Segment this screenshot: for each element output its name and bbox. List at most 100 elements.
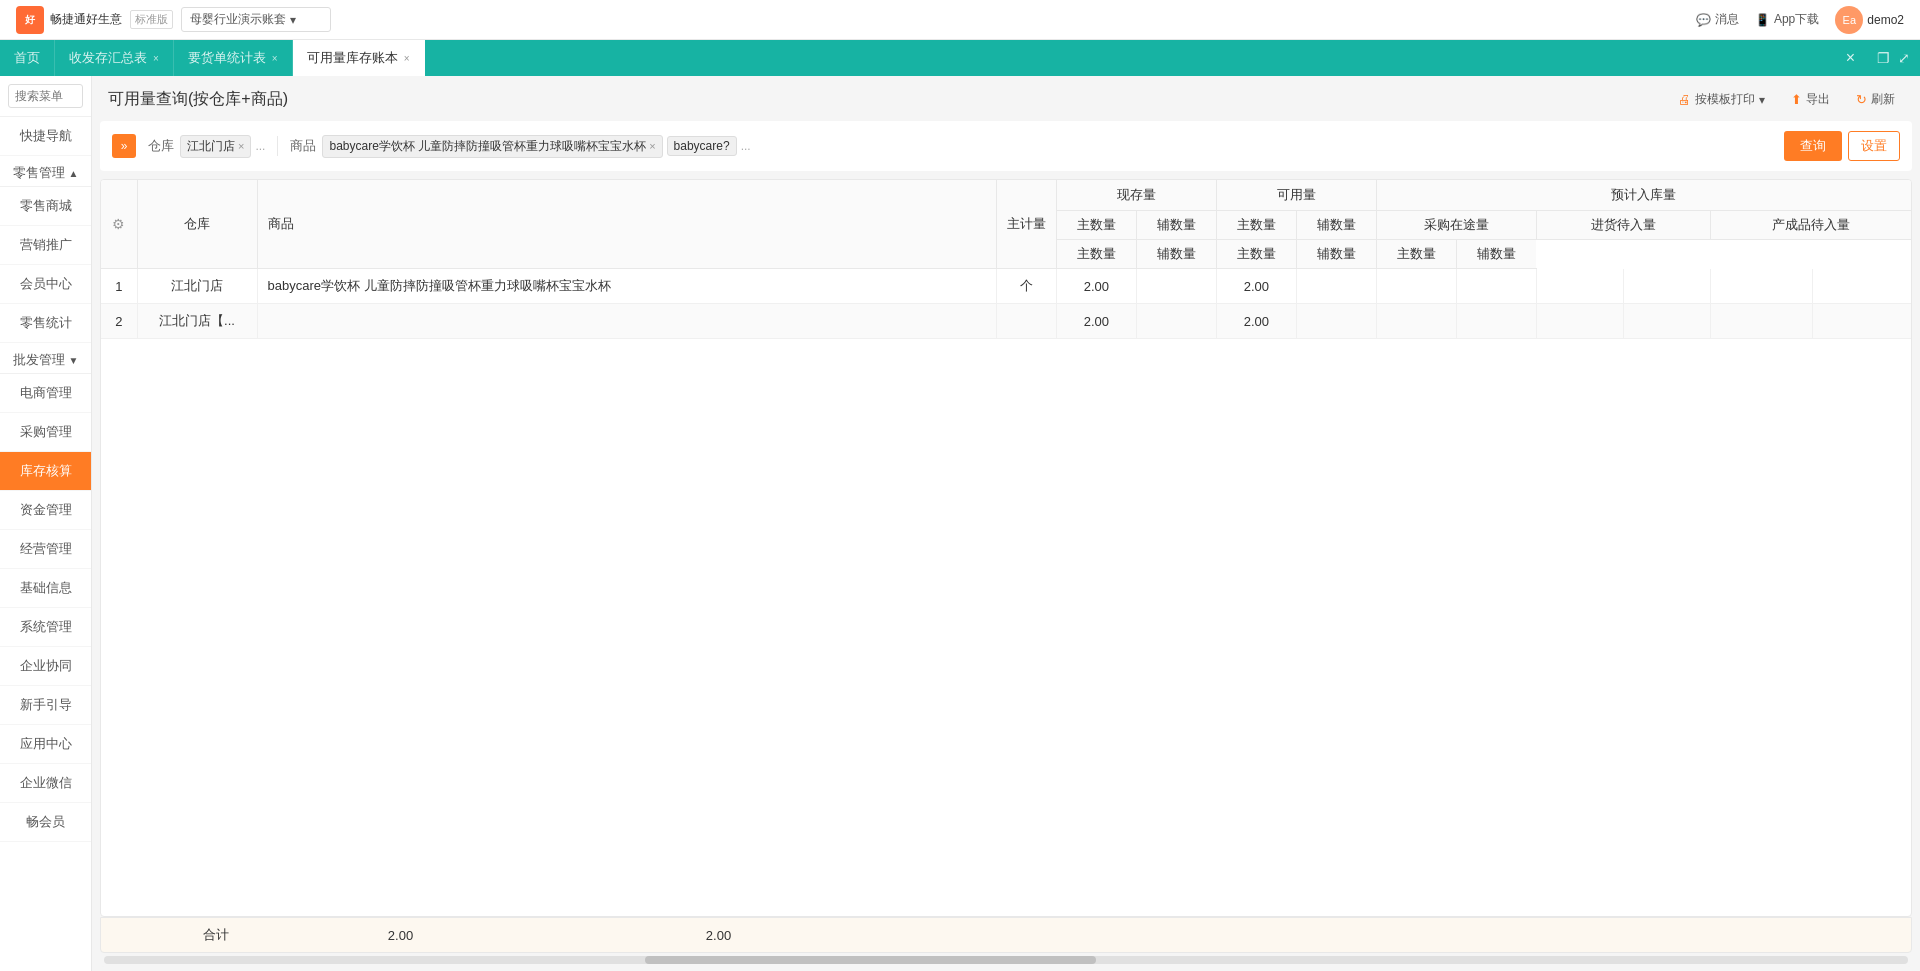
user-profile[interactable]: Ea demo2: [1835, 6, 1904, 34]
cell-purchase-main-1: [1376, 269, 1456, 304]
sidebar-item-member[interactable]: 会员中心: [0, 265, 91, 304]
settings-button[interactable]: 设置: [1848, 131, 1900, 161]
table-row: 1 江北门店 babycare学饮杯 儿童防摔防撞吸管杯重力球吸嘴杯宝宝水杯 个…: [101, 269, 1911, 304]
sidebar-nav: 零售管理 ▲ 零售商城 营销推广 会员中心 零售统计 批发管理 ▼ 电商管理: [0, 156, 91, 842]
tab-order[interactable]: 要货单统计表 ×: [174, 40, 293, 76]
restore-icon[interactable]: ❐: [1875, 48, 1892, 68]
maximize-icon[interactable]: ⤢: [1896, 48, 1912, 68]
th-product: 商品: [257, 180, 996, 269]
search-input[interactable]: [8, 84, 83, 108]
tab-receipt-close[interactable]: ×: [153, 53, 159, 64]
scrollbar-thumb[interactable]: [645, 956, 1096, 964]
sidebar-item-finance[interactable]: 资金管理: [0, 491, 91, 530]
footer-incoming-aux: [1434, 928, 1593, 943]
message-button[interactable]: 💬 消息: [1696, 11, 1739, 28]
message-label: 消息: [1715, 11, 1739, 28]
page-actions: 🖨 按模板打印 ▾ ⬆ 导出 ↻ 刷新: [1669, 86, 1904, 113]
th-incoming-aux: 辅数量: [1296, 240, 1376, 269]
th-production-main: 主数量: [1376, 240, 1456, 269]
th-stock-main: 主数量: [1056, 211, 1136, 240]
close-all-tabs[interactable]: ×: [1834, 40, 1867, 76]
sidebar-retail-mgmt-label: 零售管理: [13, 164, 65, 182]
cell-production-main-1: [1711, 269, 1812, 304]
account-selector-value: 母婴行业演示账套: [190, 11, 286, 28]
expand-filter-button[interactable]: »: [112, 134, 136, 158]
sidebar-item-retail-mgmt[interactable]: 零售管理 ▲: [0, 156, 91, 187]
warehouse-filter: 仓库 江北门店 × ...: [148, 135, 265, 158]
cell-product-2: [257, 304, 996, 339]
table-row: 2 江北门店【... 2.00 2.00: [101, 304, 1911, 339]
footer-label: 合计: [101, 926, 321, 944]
warehouse-tag-1[interactable]: 江北门店 ×: [180, 135, 251, 158]
sidebar: 快捷导航 零售管理 ▲ 零售商城 营销推广 会员中心 零售统计 批发管理 ▼: [0, 76, 92, 971]
cell-available-aux-2: [1296, 304, 1376, 339]
sidebar-item-inventory-check[interactable]: 库存核算: [0, 452, 91, 491]
warehouse-tags: 江北门店 × ...: [180, 135, 265, 158]
sidebar-item-vip[interactable]: 畅会员: [0, 803, 91, 842]
sidebar-item-basic-info[interactable]: 基础信息: [0, 569, 91, 608]
page-title: 可用量查询(按仓库+商品): [108, 89, 288, 110]
filter-divider: [277, 136, 278, 156]
gear-icon[interactable]: ⚙: [112, 216, 125, 232]
account-selector[interactable]: 母婴行业演示账套 ▾: [181, 7, 331, 32]
cell-purchase-aux-1: [1456, 269, 1536, 304]
sidebar-item-app-center[interactable]: 应用中心: [0, 725, 91, 764]
tab-home[interactable]: 首页: [0, 40, 55, 76]
sidebar-item-wholesale-mgmt[interactable]: 批发管理 ▼: [0, 343, 91, 374]
sidebar-item-newbie[interactable]: 新手引导: [0, 686, 91, 725]
tab-order-close[interactable]: ×: [272, 53, 278, 64]
th-purchase-group: 采购在途量: [1376, 211, 1536, 240]
product-tag-close-1[interactable]: ×: [649, 140, 655, 152]
cell-available-aux-1: [1296, 269, 1376, 304]
product-tag-2[interactable]: babycare?: [667, 136, 737, 156]
sidebar-item-purchase[interactable]: 采购管理: [0, 413, 91, 452]
logo-text: 畅捷通好生意: [50, 11, 122, 28]
sidebar-item-retail-shop[interactable]: 零售商城: [0, 187, 91, 226]
warehouse-more[interactable]: ...: [255, 139, 265, 153]
tab-inventory-close[interactable]: ×: [404, 53, 410, 64]
scrollbar-track: [104, 956, 1908, 964]
app-download-button[interactable]: 📱 App下载: [1755, 11, 1819, 28]
print-button[interactable]: 🖨 按模板打印 ▾: [1669, 86, 1774, 113]
cell-stock-aux-1: [1136, 269, 1216, 304]
cell-production-aux-1: [1812, 269, 1911, 304]
footer-stock-main: 2.00: [321, 928, 480, 943]
table-footer: 合计 2.00 2.00: [100, 917, 1912, 953]
warehouse-tag-close[interactable]: ×: [238, 140, 244, 152]
sidebar-item-quick-nav[interactable]: 快捷导航: [0, 117, 91, 156]
cell-warehouse-2: 江北门店【...: [137, 304, 257, 339]
warehouse-label: 仓库: [148, 137, 174, 155]
top-bar-left: 好 畅捷通好生意 标准版 母婴行业演示账套 ▾: [16, 6, 331, 34]
product-tag-1[interactable]: babycare学饮杯 儿童防摔防撞吸管杯重力球吸嘴杯宝宝水杯 ×: [322, 135, 662, 158]
footer-stock-aux: [480, 928, 639, 943]
horizontal-scrollbar[interactable]: [100, 953, 1912, 967]
product-tag-text-1: babycare学饮杯 儿童防摔防撞吸管杯重力球吸嘴杯宝宝水杯: [329, 138, 646, 155]
footer-available-aux: [798, 928, 957, 943]
cell-no-2: 2: [101, 304, 137, 339]
th-incoming-main: 主数量: [1216, 240, 1296, 269]
th-warehouse: 仓库: [137, 180, 257, 269]
th-unit: 主计量: [996, 180, 1056, 269]
avatar: Ea: [1835, 6, 1863, 34]
sidebar-item-retail-stats[interactable]: 零售统计: [0, 304, 91, 343]
th-settings[interactable]: ⚙: [101, 180, 137, 269]
filter-bar: » 仓库 江北门店 × ... 商品 babycare学饮杯 儿童防摔防撞吸管杯…: [100, 121, 1912, 171]
th-purchase-main: 主数量: [1056, 240, 1136, 269]
query-button[interactable]: 查询: [1784, 131, 1842, 161]
footer-purchase-aux: [1116, 928, 1275, 943]
nav-tabs: 首页 收发存汇总表 × 要货单统计表 × 可用量库存账本 × × ❐ ⤢: [0, 40, 1920, 76]
refresh-button[interactable]: ↻ 刷新: [1847, 86, 1904, 113]
th-production-aux: 辅数量: [1456, 240, 1536, 269]
sidebar-item-marketing[interactable]: 营销推广: [0, 226, 91, 265]
sidebar-item-operations[interactable]: 经营管理: [0, 530, 91, 569]
cell-available-main-1: 2.00: [1216, 269, 1296, 304]
export-button[interactable]: ⬆ 导出: [1782, 86, 1839, 113]
sidebar-item-enterprise-wechat[interactable]: 企业微信: [0, 764, 91, 803]
sidebar-item-system[interactable]: 系统管理: [0, 608, 91, 647]
tab-inventory[interactable]: 可用量库存账本 ×: [293, 40, 425, 76]
tab-receipt[interactable]: 收发存汇总表 ×: [55, 40, 174, 76]
cell-warehouse-1: 江北门店: [137, 269, 257, 304]
sidebar-item-ecommerce[interactable]: 电商管理: [0, 374, 91, 413]
product-more[interactable]: ...: [741, 139, 751, 153]
sidebar-item-enterprise[interactable]: 企业协同: [0, 647, 91, 686]
